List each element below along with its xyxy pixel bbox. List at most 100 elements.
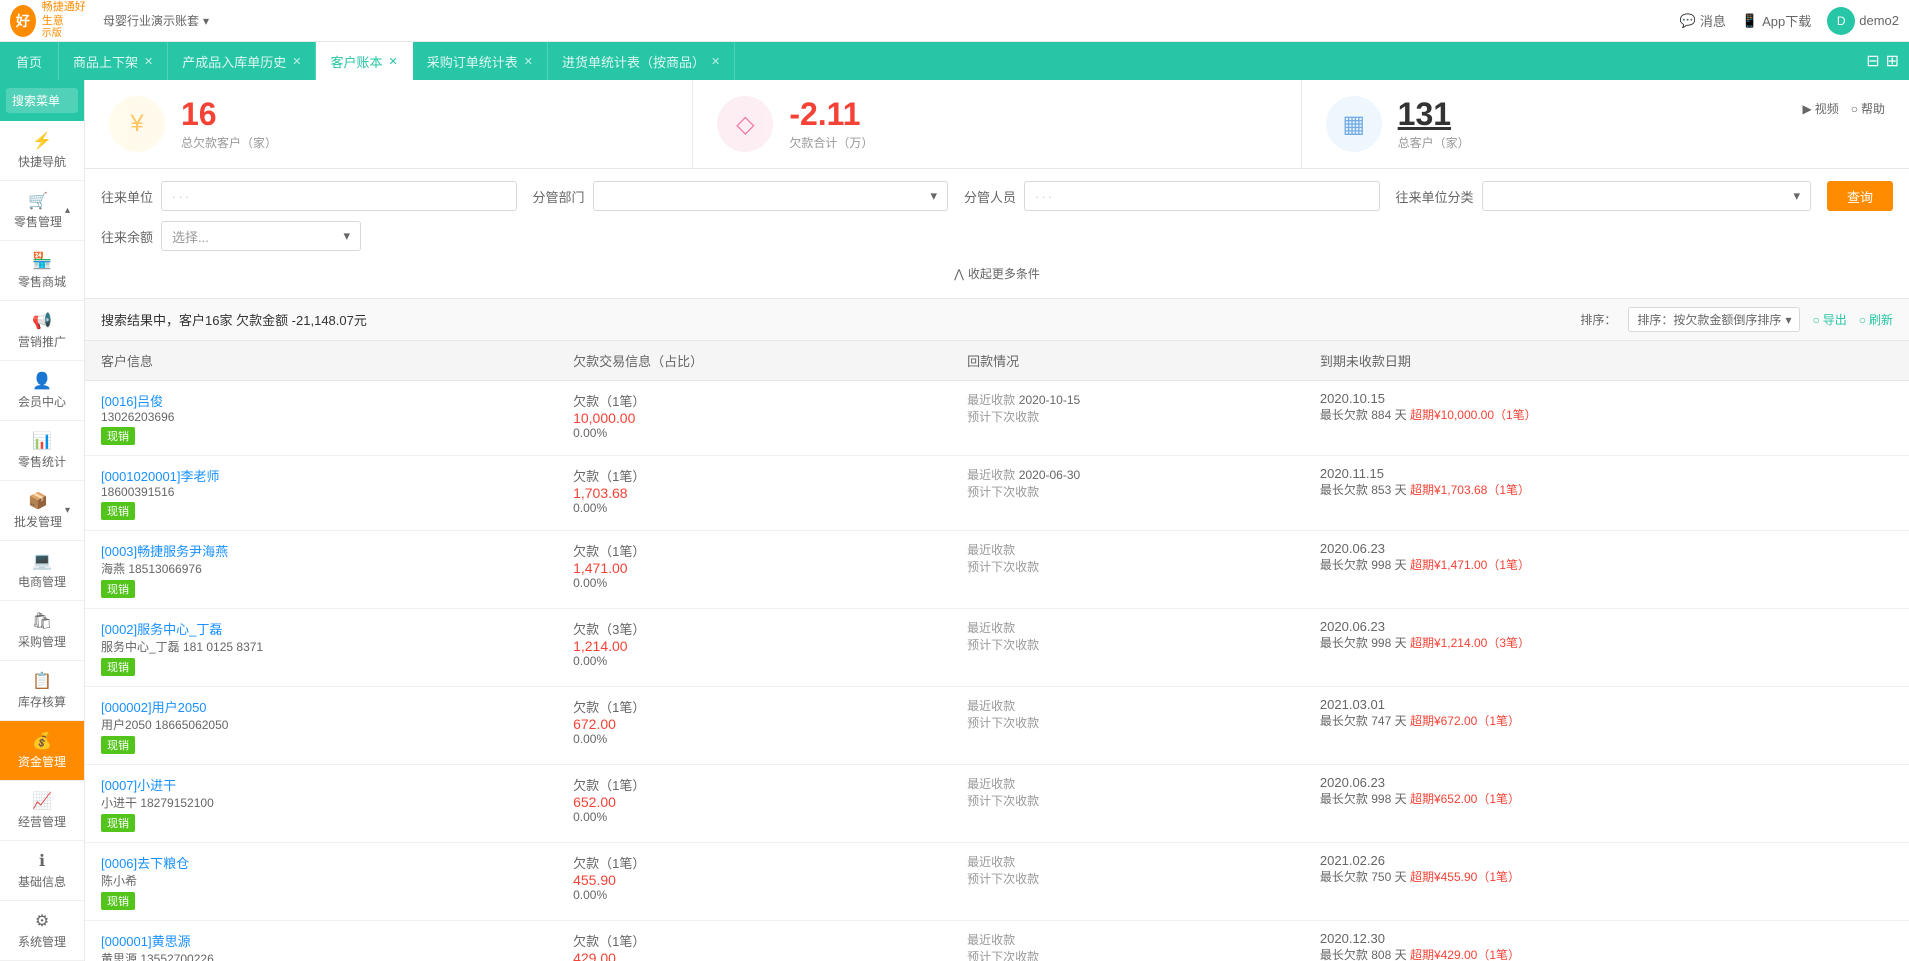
sidebar-item-marketing[interactable]: 📢 营销推广: [0, 301, 84, 361]
tab-customer-account[interactable]: 客户账本 ✕: [316, 42, 412, 80]
collapse-filters-btn[interactable]: ⋀ 收起更多条件: [954, 265, 1040, 282]
table-row[interactable]: [0006]去下粮仓 陈小希 现销 欠款（1笔） 455.90 0.00% 最近…: [85, 843, 1909, 921]
col-debt-info: 欠款交易信息（占比）: [557, 341, 951, 381]
overdue-amount-1[interactable]: 超期¥1,703.68（1笔）: [1410, 483, 1530, 497]
customer-tag-5: 现销: [101, 814, 135, 832]
help-btn[interactable]: ○ 帮助: [1851, 100, 1885, 117]
sidebar-item-finance[interactable]: 💰 资金管理: [0, 721, 84, 781]
overdue-amount-6[interactable]: 超期¥455.90（1笔）: [1410, 870, 1520, 884]
customer-table: 客户信息 欠款交易信息（占比） 回款情况 到期未收款日期 [0016]吕俊 13…: [85, 341, 1909, 961]
sidebar-item-retail-mall[interactable]: 🏪 零售商城: [0, 241, 84, 301]
sidebar-item-quick-nav[interactable]: ⚡ 快捷导航: [0, 121, 84, 181]
tab-production-history[interactable]: 产成品入库单历史 ✕: [168, 42, 316, 80]
sidebar-item-operations[interactable]: 📈 经营管理: [0, 781, 84, 841]
tab-purchase-order-stats[interactable]: 采购订单统计表 ✕: [413, 42, 548, 80]
debt-amount-7[interactable]: 429.00: [573, 950, 935, 961]
sidebar-nav: ⚡ 快捷导航 🛒 零售管理 ▴ 🏪 零售商城 📢 营销推广 👤 会员中心: [0, 121, 84, 961]
sidebar-item-ecommerce[interactable]: 💻 电商管理: [0, 541, 84, 601]
view-video-btn[interactable]: ▶ 视频: [1802, 100, 1838, 117]
app-download-btn[interactable]: 📱 App下载: [1742, 11, 1811, 30]
sidebar-item-system[interactable]: ⚙ 系统管理: [0, 901, 84, 961]
person-input[interactable]: ···: [1024, 181, 1379, 211]
debt-amount-4[interactable]: 672.00: [573, 716, 935, 732]
debt-count-0: 欠款（1笔）: [573, 391, 935, 410]
sidebar-item-retail-stats[interactable]: 📊 零售统计: [0, 421, 84, 481]
debt-amount-2[interactable]: 1,471.00: [573, 560, 935, 576]
from-unit-input[interactable]: ···: [161, 181, 516, 211]
cell-debt-info-3: 欠款（3笔） 1,214.00 0.00%: [557, 609, 951, 687]
tab-goods-listing[interactable]: 商品上下架 ✕: [59, 42, 168, 80]
debt-amount-6[interactable]: 455.90: [573, 872, 935, 888]
debt-amount-3[interactable]: 1,214.00: [573, 638, 935, 654]
dept-select[interactable]: ▾: [593, 181, 948, 211]
tab-home[interactable]: 首页: [0, 42, 59, 80]
overdue-amount-5[interactable]: 超期¥652.00（1笔）: [1410, 792, 1520, 806]
tab-bar-end: ⊟ ⊞: [1866, 51, 1909, 71]
table-row[interactable]: [000002]用户2050 用户2050 18665062050 现销 欠款（…: [85, 687, 1909, 765]
customer-link-0[interactable]: [0016]吕俊: [101, 394, 163, 409]
filter-row-1: 往来单位 ··· 分管部门 ▾ 分管人员 ···: [101, 181, 1893, 211]
overdue-amount-3[interactable]: 超期¥1,214.00（3笔）: [1410, 636, 1530, 650]
debt-amount-5[interactable]: 652.00: [573, 794, 935, 810]
cell-recovery-6: 最近收款 预计下次收款: [951, 843, 1304, 921]
table-row[interactable]: [0007]小进干 小进干 18279152100 现销 欠款（1笔） 652.…: [85, 765, 1909, 843]
company-selector[interactable]: 母婴行业演示账套 ▾: [103, 12, 209, 29]
export-btn[interactable]: ○ 导出: [1812, 311, 1846, 328]
customer-link-7[interactable]: [000001]黄思源: [101, 934, 191, 949]
customer-link-2[interactable]: [0003]畅捷服务尹海燕: [101, 544, 228, 559]
next-payment-label-1: 预计下次收款: [967, 483, 1288, 500]
customer-link-4[interactable]: [000002]用户2050: [101, 700, 207, 715]
cell-debt-info-0: 欠款（1笔） 10,000.00 0.00%: [557, 381, 951, 456]
refresh-btn[interactable]: ○ 刷新: [1859, 311, 1893, 328]
sidebar-item-retail-mgmt[interactable]: 🛒 零售管理 ▴: [0, 181, 84, 241]
stat-actions: ▶ 视频 ○ 帮助: [1802, 96, 1885, 117]
table-row[interactable]: [0003]畅捷服务尹海燕 海燕 18513066976 现销 欠款（1笔） 1…: [85, 531, 1909, 609]
due-date-4: 2021.03.01: [1320, 697, 1893, 712]
cell-customer-info-0: [0016]吕俊 13026203696 现销: [85, 381, 557, 456]
table-row[interactable]: [0001020001]李老师 18600391516 现销 欠款（1笔） 1,…: [85, 456, 1909, 531]
customer-link-5[interactable]: [0007]小进干: [101, 778, 176, 793]
overdue-days-7: 最长欠款 808 天: [1320, 948, 1410, 961]
sidebar-item-basic-info[interactable]: ℹ 基础信息: [0, 841, 84, 901]
table-row[interactable]: [0002]服务中心_丁磊 服务中心_丁磊 181 0125 8371 现销 欠…: [85, 609, 1909, 687]
debt-ratio-5: 0.00%: [573, 810, 935, 824]
logo-icon: 好: [10, 5, 36, 37]
customer-phone-0: 13026203696: [101, 410, 541, 424]
search-button[interactable]: 查询: [1827, 181, 1893, 211]
overdue-amount-0[interactable]: 超期¥10,000.00（1笔）: [1410, 408, 1537, 422]
overdue-days-5: 最长欠款 998 天: [1320, 792, 1410, 806]
tab-minimize-btn[interactable]: ⊟: [1866, 51, 1879, 71]
sidebar-item-inventory[interactable]: 📋 库存核算: [0, 661, 84, 721]
table-row[interactable]: [0016]吕俊 13026203696 现销 欠款（1笔） 10,000.00…: [85, 381, 1909, 456]
user-avatar[interactable]: D demo2: [1827, 7, 1899, 35]
customer-link-1[interactable]: [0001020001]李老师: [101, 469, 220, 484]
results-actions: 排序： 排序：按欠款金额倒序排序 ▾ ○ 导出 ○ 刷新: [1580, 307, 1893, 332]
overdue-amount-4[interactable]: 超期¥672.00（1笔）: [1410, 714, 1520, 728]
customer-link-3[interactable]: [0002]服务中心_丁磊: [101, 622, 222, 637]
tab-incoming-stats[interactable]: 进货单统计表（按商品） ✕: [548, 42, 735, 80]
cell-recovery-2: 最近收款 预计下次收款: [951, 531, 1304, 609]
overdue-amount-2[interactable]: 超期¥1,471.00（1笔）: [1410, 558, 1530, 572]
debt-amount-1[interactable]: 1,703.68: [573, 485, 935, 501]
search-menu-btn[interactable]: 搜索菜单: [6, 88, 78, 113]
filter-label-unit-category: 往来单位分类: [1396, 187, 1474, 206]
overdue-amount-7[interactable]: 超期¥429.00（1笔）: [1410, 948, 1520, 961]
sidebar-item-purchase[interactable]: 🛍 采购管理: [0, 601, 84, 661]
sidebar-item-wholesale-mgmt[interactable]: 📦 批发管理 ▾: [0, 481, 84, 541]
table-row[interactable]: [000001]黄思源 黄思源 13552700226 现销 欠款（1笔） 42…: [85, 921, 1909, 961]
customer-link-6[interactable]: [0006]去下粮仓: [101, 856, 189, 871]
sort-select[interactable]: 排序：按欠款金额倒序排序 ▾: [1628, 307, 1800, 332]
balance-select[interactable]: 选择... ▾: [161, 221, 361, 251]
stat-icon-total-debt: ◇: [717, 96, 773, 152]
debt-ratio-1: 0.00%: [573, 501, 935, 515]
message-btn[interactable]: 💬 消息: [1680, 11, 1726, 30]
debt-amount-0[interactable]: 10,000.00: [573, 410, 935, 426]
sidebar-item-membership[interactable]: 👤 会员中心: [0, 361, 84, 421]
table-container: 客户信息 欠款交易信息（占比） 回款情况 到期未收款日期 [0016]吕俊 13…: [85, 341, 1909, 961]
tab-expand-btn[interactable]: ⊞: [1886, 51, 1899, 71]
customer-tag-3: 现销: [101, 658, 135, 676]
unit-category-select[interactable]: ▾: [1482, 181, 1811, 211]
results-bar: 搜索结果中，客户16家 欠款金额 -21,148.07元 排序： 排序：按欠款金…: [85, 299, 1909, 341]
filter-label-from-unit: 往来单位: [101, 187, 153, 206]
cell-recovery-0: 最近收款 2020-10-15 预计下次收款: [951, 381, 1304, 456]
